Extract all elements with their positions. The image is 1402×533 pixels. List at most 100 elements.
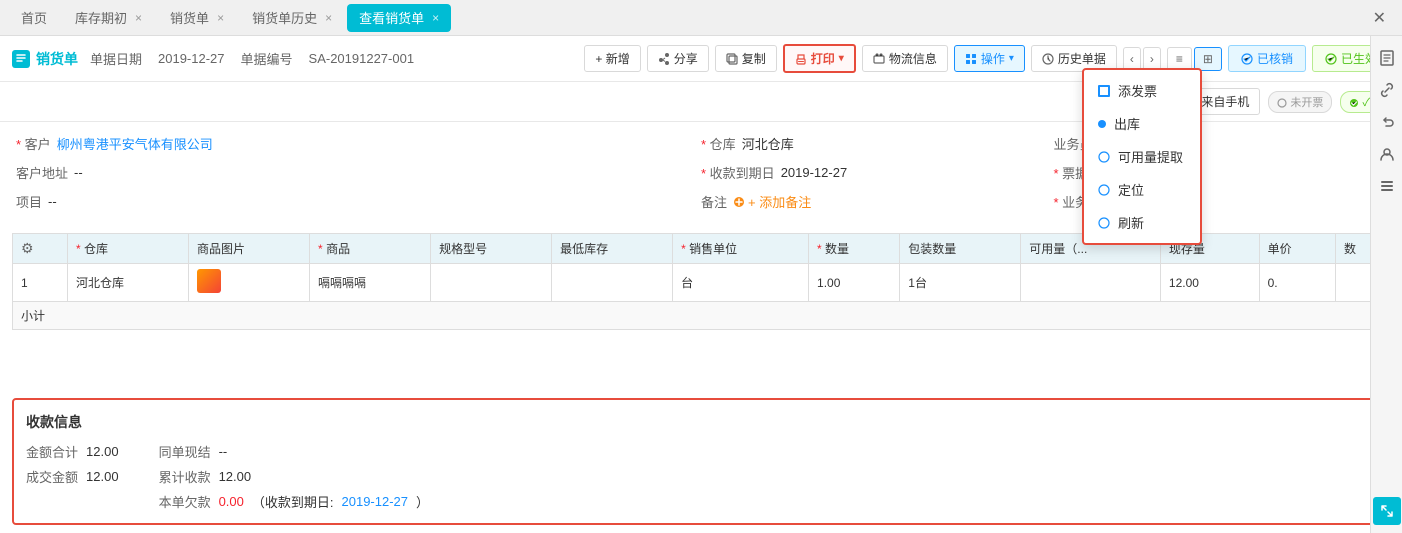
operation-button[interactable]: 操作 ▾ [954, 45, 1025, 72]
view-toggle: ≡ ⊞ [1167, 47, 1222, 71]
payment-info-grid: 金额合计 12.00 成交金额 12.00 同单现结 -- 累计收款 [26, 442, 1376, 511]
copy-button[interactable]: 复制 [715, 45, 777, 72]
col-package-qty: 包装数量 [900, 234, 1021, 264]
total-row: 金额合计 12.00 [26, 442, 119, 461]
dropdown-position[interactable]: 定位 [1084, 173, 1200, 206]
cell-product: 嗝嗝嗝嗝 [310, 264, 431, 302]
nav-next[interactable]: › [1143, 47, 1161, 71]
col-spec: 规格型号 [431, 234, 552, 264]
new-button[interactable]: + 新增 [584, 45, 640, 72]
cell-spec [431, 264, 552, 302]
sidebar-list-icon[interactable] [1373, 172, 1401, 200]
meta-no-value: SA-20191227-001 [309, 51, 415, 66]
customer-value[interactable]: 柳州粤港平安气体有限公司 [57, 134, 213, 153]
payment-date-field: 收款到期日 2019-12-27 [701, 163, 1034, 182]
table-container: ⚙ 仓库 商品图片 商品 规格型号 最低库存 销售单位 数量 包装数量 可用量（… [0, 233, 1402, 390]
tab-history-label: 销货单历史 [252, 8, 317, 27]
cumulative-row: 累计收款 12.00 [159, 467, 429, 486]
note-field: 备注 + 添加备注 [701, 192, 1034, 211]
dropdown-outbound[interactable]: 出库 [1084, 107, 1200, 140]
subtotal-label: 小计 [13, 302, 1390, 330]
customer-field: 客户 柳州粤港平安气体有限公司 [16, 134, 681, 153]
cell-available [1021, 264, 1161, 302]
payment-col-2: 同单现结 -- 累计收款 12.00 本单欠款 0.00 （收款到期日: 201… [159, 442, 429, 511]
tab-sales-label: 销货单 [170, 8, 209, 27]
view-grid[interactable]: ⊞ [1194, 47, 1222, 71]
dropdown-menu: 添发票 出库 可用量提取 定位 刷新 [1082, 68, 1202, 245]
history-label: 历史单据 [1058, 50, 1106, 67]
col-product: 商品 [310, 234, 431, 264]
cell-sales-unit: 台 [673, 264, 809, 302]
from-phone-label: 来自手机 [1201, 93, 1249, 110]
sidebar-link-icon[interactable] [1373, 76, 1401, 104]
print-button[interactable]: 打印 ▾ [783, 44, 856, 73]
tab-sales-history[interactable]: 销货单历史 × [239, 4, 345, 32]
view-list[interactable]: ≡ [1167, 47, 1192, 71]
logistics-label: 物流信息 [889, 50, 937, 67]
meta-no-label: 单据编号 [241, 49, 293, 68]
tab-view-label: 查看销货单 [359, 8, 424, 27]
position-label: 定位 [1118, 180, 1144, 199]
project-label: 项目 [16, 192, 42, 211]
tab-history-close[interactable]: × [325, 11, 332, 25]
tab-sales-close[interactable]: × [217, 11, 224, 25]
tab-sales-order[interactable]: 销货单 × [157, 4, 237, 32]
status-checked-label: 已核销 [1257, 50, 1293, 67]
add-note-button[interactable]: + 添加备注 [733, 192, 811, 211]
col-sales-unit: 销售单位 [673, 234, 809, 264]
subtotal-row: 小计 [13, 302, 1390, 330]
balance-end: ） [416, 492, 429, 511]
payment-info-title: 收款信息 [26, 412, 1376, 432]
sidebar-reply-icon[interactable] [1373, 108, 1401, 136]
tab-inventory-init[interactable]: 库存期初 × [62, 4, 155, 32]
cell-current: 12.00 [1160, 264, 1259, 302]
meta-date-label: 单据日期 [90, 49, 142, 68]
dropdown-add-invoice[interactable]: 添发票 [1084, 74, 1200, 107]
print-dropdown-arrow[interactable]: ▾ [839, 53, 844, 64]
total-value: 12.00 [86, 444, 119, 459]
sidebar-expand-icon[interactable] [1373, 497, 1401, 525]
col-quantity: 数量 [809, 234, 900, 264]
col-min-stock: 最低库存 [552, 234, 673, 264]
tab-view-close[interactable]: × [432, 11, 439, 25]
right-sidebar [1370, 36, 1402, 533]
gear-icon[interactable]: ⚙ [21, 240, 34, 256]
product-thumbnail [197, 269, 221, 293]
share-button[interactable]: 分享 [647, 45, 709, 72]
dropdown-refresh[interactable]: 刷新 [1084, 206, 1200, 239]
payment-date-label: 收款到期日 [701, 163, 775, 182]
header-actions: + 新增 分享 复制 打印 ▾ 物流信息 [584, 44, 1390, 73]
tab-home-label: 首页 [21, 8, 47, 27]
tab-bar-close-button[interactable]: ✕ [1365, 8, 1394, 28]
payment-col-1: 金额合计 12.00 成交金额 12.00 [26, 442, 119, 511]
deal-value: 12.00 [86, 469, 119, 484]
page-wrapper: 首页 库存期初 × 销货单 × 销货单历史 × 查看销货单 × ✕ [0, 0, 1402, 533]
tab-view-sales[interactable]: 查看销货单 × [347, 4, 451, 32]
product-table: ⚙ 仓库 商品图片 商品 规格型号 最低库存 销售单位 数量 包装数量 可用量（… [12, 233, 1390, 330]
same-order-label: 同单现结 [159, 442, 211, 461]
sidebar-doc-icon[interactable] [1373, 44, 1401, 72]
warehouse-value: 河北仓库 [742, 134, 794, 153]
payment-date-value: 2019-12-27 [781, 165, 848, 180]
tab-home[interactable]: 首页 [8, 4, 60, 32]
logistics-button[interactable]: 物流信息 [862, 45, 948, 72]
print-label: 打印 [811, 50, 835, 67]
tab-inventory-close[interactable]: × [135, 11, 142, 25]
cumulative-value: 12.00 [219, 469, 252, 484]
cell-package-qty: 1台 [900, 264, 1021, 302]
nav-prev[interactable]: ‹ [1123, 47, 1141, 71]
balance-date: 2019-12-27 [342, 494, 409, 509]
project-field: 项目 -- [16, 192, 681, 211]
refresh-label: 刷新 [1118, 213, 1144, 232]
sidebar-person-icon[interactable] [1373, 140, 1401, 168]
meta-date-value: 2019-12-27 [158, 51, 225, 66]
col-unit-price: 单价 [1259, 234, 1335, 264]
add-note-label: + 添加备注 [748, 192, 811, 211]
not-open-label: 未开票 [1290, 97, 1323, 109]
dropdown-available[interactable]: 可用量提取 [1084, 140, 1200, 173]
share-label: 分享 [674, 50, 698, 67]
balance-value: 0.00 [219, 494, 244, 509]
col-product-img: 商品图片 [189, 234, 310, 264]
cell-min-stock [552, 264, 673, 302]
operation-dropdown: 添发票 出库 可用量提取 定位 刷新 [1082, 68, 1202, 245]
